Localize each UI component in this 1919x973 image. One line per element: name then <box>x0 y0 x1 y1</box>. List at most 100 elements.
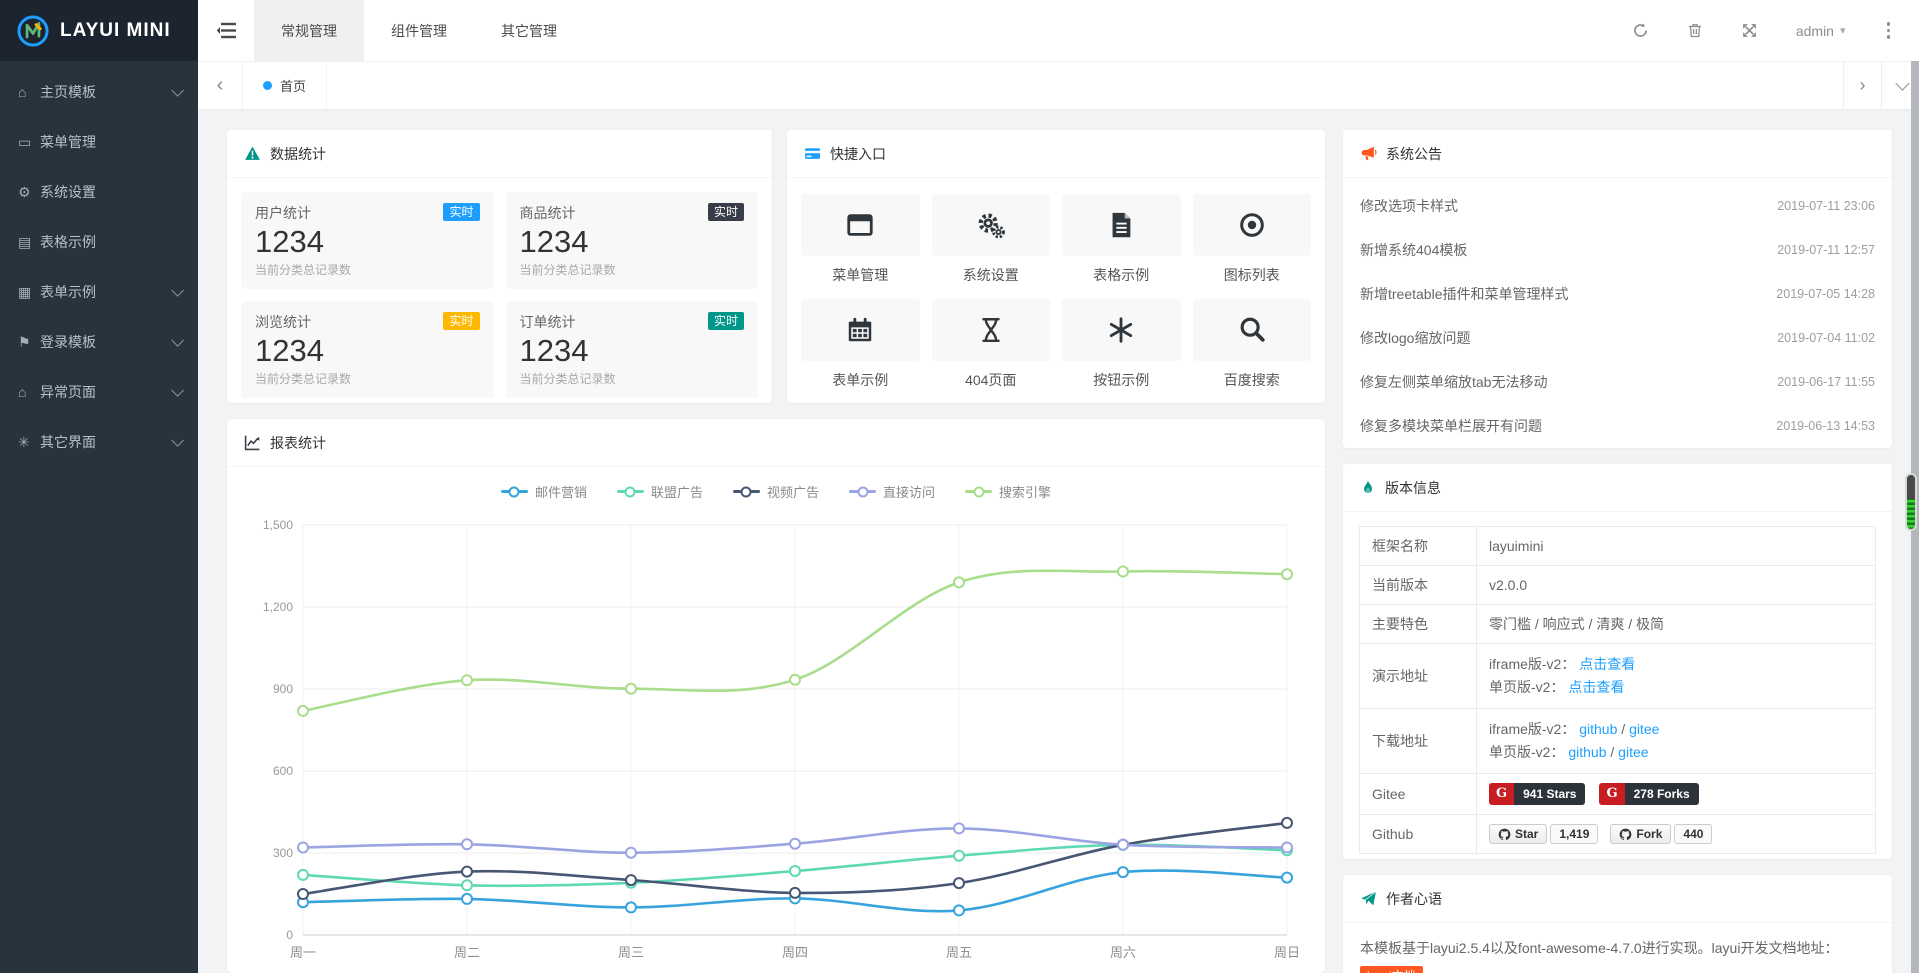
data-statistics-header: 数据统计 <box>227 130 772 178</box>
sidebar-item-label: 主页模板 <box>40 82 171 102</box>
stat-label: 用户统计 <box>255 203 311 223</box>
gitee-badge-label: 941 Stars <box>1514 783 1585 805</box>
quick-entry-1[interactable]: 系统设置 <box>932 194 1051 285</box>
collapse-sidebar-button[interactable] <box>198 0 254 61</box>
notice-date: 2019-07-11 23:06 <box>1777 199 1875 213</box>
tab-home[interactable]: 首页 <box>243 61 327 109</box>
quick-entry-5[interactable]: 404页面 <box>932 299 1051 390</box>
legend-item-2[interactable]: 视频广告 <box>733 482 819 501</box>
status-badge: 实时 <box>708 312 744 330</box>
legend-item-4[interactable]: 搜索引擎 <box>965 482 1051 501</box>
notice-row-0[interactable]: 修改选项卡样式 2019-07-11 23:06 <box>1360 184 1875 228</box>
header-tab-0[interactable]: 常规管理 <box>254 0 364 61</box>
sidebar-item-7[interactable]: ✳ 其它界面 <box>0 417 198 467</box>
github-badge[interactable]: Star 1,419 <box>1489 824 1598 844</box>
stat-box-1[interactable]: 商品统计 实时 1234 当前分类总记录数 <box>506 192 759 289</box>
legend-item-1[interactable]: 联盟广告 <box>617 482 703 501</box>
sidebar-item-6[interactable]: ⌂ 异常页面 <box>0 367 198 417</box>
link-gitee[interactable]: gitee <box>1618 744 1648 760</box>
stat-box-3[interactable]: 订单统计 实时 1234 当前分类总记录数 <box>506 301 759 398</box>
stat-subtitle: 当前分类总记录数 <box>255 261 480 278</box>
legend-item-0[interactable]: 邮件营销 <box>501 482 587 501</box>
stat-subtitle: 当前分类总记录数 <box>520 370 745 387</box>
sidebar-item-1[interactable]: ▭ 菜单管理 <box>0 117 198 167</box>
github-badge[interactable]: Fork 440 <box>1610 824 1712 844</box>
header-tab-2[interactable]: 其它管理 <box>474 0 584 61</box>
quick-entry-6[interactable]: 按钮示例 <box>1062 299 1181 390</box>
version-row-0: 框架名称 layuimini <box>1360 527 1876 566</box>
stat-box-0[interactable]: 用户统计 实时 1234 当前分类总记录数 <box>241 192 494 289</box>
link-github[interactable]: github <box>1568 744 1606 760</box>
github-button[interactable]: Star <box>1489 824 1547 844</box>
notice-list: 修改选项卡样式 2019-07-11 23:06 新增系统404模板 2019-… <box>1343 178 1892 454</box>
notice-row-2[interactable]: 新增treetable插件和菜单管理样式 2019-07-05 14:28 <box>1360 272 1875 316</box>
paper-plane-icon <box>1360 890 1377 907</box>
header-tab-1[interactable]: 组件管理 <box>364 0 474 61</box>
sidebar-item-0[interactable]: ⌂ 主页模板 <box>0 67 198 117</box>
stat-box-2[interactable]: 浏览统计 实时 1234 当前分类总记录数 <box>241 301 494 398</box>
clear-cache-button[interactable] <box>1687 22 1703 39</box>
notice-row-1[interactable]: 新增系统404模板 2019-07-11 12:57 <box>1360 228 1875 272</box>
quick-entry-2[interactable]: 表格示例 <box>1062 194 1181 285</box>
version-value: v2.0.0 <box>1489 577 1527 593</box>
github-count: 1,419 <box>1550 824 1598 844</box>
page-tabbar: ‹ 首页 › <box>198 61 1919 110</box>
sidebar-item-label: 登录模板 <box>40 332 171 352</box>
sidebar-item-2[interactable]: ⚙ 系统设置 <box>0 167 198 217</box>
notice-row-3[interactable]: 修改logo缩放问题 2019-07-04 11:02 <box>1360 316 1875 360</box>
quick-entry-0[interactable]: 菜单管理 <box>801 194 920 285</box>
notice-row-4[interactable]: 修复左侧菜单缩放tab无法移动 2019-06-17 11:55 <box>1360 360 1875 404</box>
version-row-label: Github <box>1360 815 1477 854</box>
legend-label: 邮件营销 <box>535 482 587 501</box>
stat-label: 商品统计 <box>520 203 576 223</box>
card-title: 系统公告 <box>1386 144 1442 164</box>
quick-entry-7[interactable]: 百度搜索 <box>1193 299 1312 390</box>
refresh-button[interactable] <box>1632 22 1649 39</box>
svg-text:周二: 周二 <box>454 945 480 960</box>
version-row-3: 演示地址 iframe版-v2： 点击查看单页版-v2： 点击查看 <box>1360 644 1876 709</box>
sidebar-item-4[interactable]: ▦ 表单示例 <box>0 267 198 317</box>
legend-item-3[interactable]: 直接访问 <box>849 482 935 501</box>
link-点击查看[interactable]: 点击查看 <box>1568 679 1624 695</box>
active-tab-dot-icon <box>263 81 272 90</box>
chevron-down-icon <box>1895 77 1909 91</box>
gitee-badge[interactable]: G 278 Forks <box>1599 783 1698 805</box>
github-button[interactable]: Fork <box>1610 824 1671 844</box>
stats-grid: 用户统计 实时 1234 当前分类总记录数 商品统计 实时 1234 当前分类总… <box>227 178 772 412</box>
more-menu-button[interactable] <box>1884 19 1894 42</box>
stat-value: 1234 <box>255 224 480 260</box>
legend-marker-icon <box>965 490 992 493</box>
tabs-scroll-left-button[interactable]: ‹ <box>198 61 243 109</box>
link-github[interactable]: github <box>1579 721 1617 737</box>
calendar-icon <box>801 299 920 361</box>
github-icon <box>1498 828 1511 841</box>
link-点击查看[interactable]: 点击查看 <box>1579 656 1635 672</box>
quick-entry-3[interactable]: 图标列表 <box>1193 194 1312 285</box>
version-row-value: G 941 Stars G 278 Forks <box>1477 774 1876 815</box>
notice-title: 新增treetable插件和菜单管理样式 <box>1360 284 1568 304</box>
line-chart[interactable]: 03006009001,2001,500周一周二周三周四周五周六周日 <box>227 501 1325 973</box>
svg-text:周六: 周六 <box>1110 945 1136 960</box>
version-link-line: 单页版-v2： 点击查看 <box>1489 676 1863 699</box>
notice-title: 新增系统404模板 <box>1360 240 1467 260</box>
link-gitee[interactable]: gitee <box>1629 721 1659 737</box>
outdent-icon <box>217 22 236 39</box>
fullscreen-icon <box>1741 22 1758 39</box>
author-words-body: 本模板基于layui2.5.4以及font-awesome-4.7.0进行实现。… <box>1343 923 1892 973</box>
chevron-down-icon <box>171 84 184 97</box>
fullscreen-button[interactable] <box>1741 22 1758 39</box>
sidebar-item-3[interactable]: ▤ 表格示例 <box>0 217 198 267</box>
version-value: layuimini <box>1489 538 1543 554</box>
gitee-badge[interactable]: G 941 Stars <box>1489 783 1585 805</box>
quick-entry-4[interactable]: 表单示例 <box>801 299 920 390</box>
version-row-value: v2.0.0 <box>1477 566 1876 605</box>
scrollbar-thumb[interactable] <box>1905 473 1917 531</box>
tabs-scroll-right-button[interactable]: › <box>1843 61 1881 109</box>
asterisk-icon: ✳ <box>18 434 40 451</box>
brand-logo[interactable]: LAYUI MINI <box>0 0 198 61</box>
user-dropdown[interactable]: admin ▾ <box>1796 23 1846 39</box>
notice-row-5[interactable]: 修复多模块菜单栏展开有问题 2019-06-13 14:53 <box>1360 404 1875 448</box>
report-header: 报表统计 <box>227 419 1325 467</box>
layui-docs-badge[interactable]: layui文档 <box>1360 966 1423 973</box>
sidebar-item-5[interactable]: ⚑ 登录模板 <box>0 317 198 367</box>
